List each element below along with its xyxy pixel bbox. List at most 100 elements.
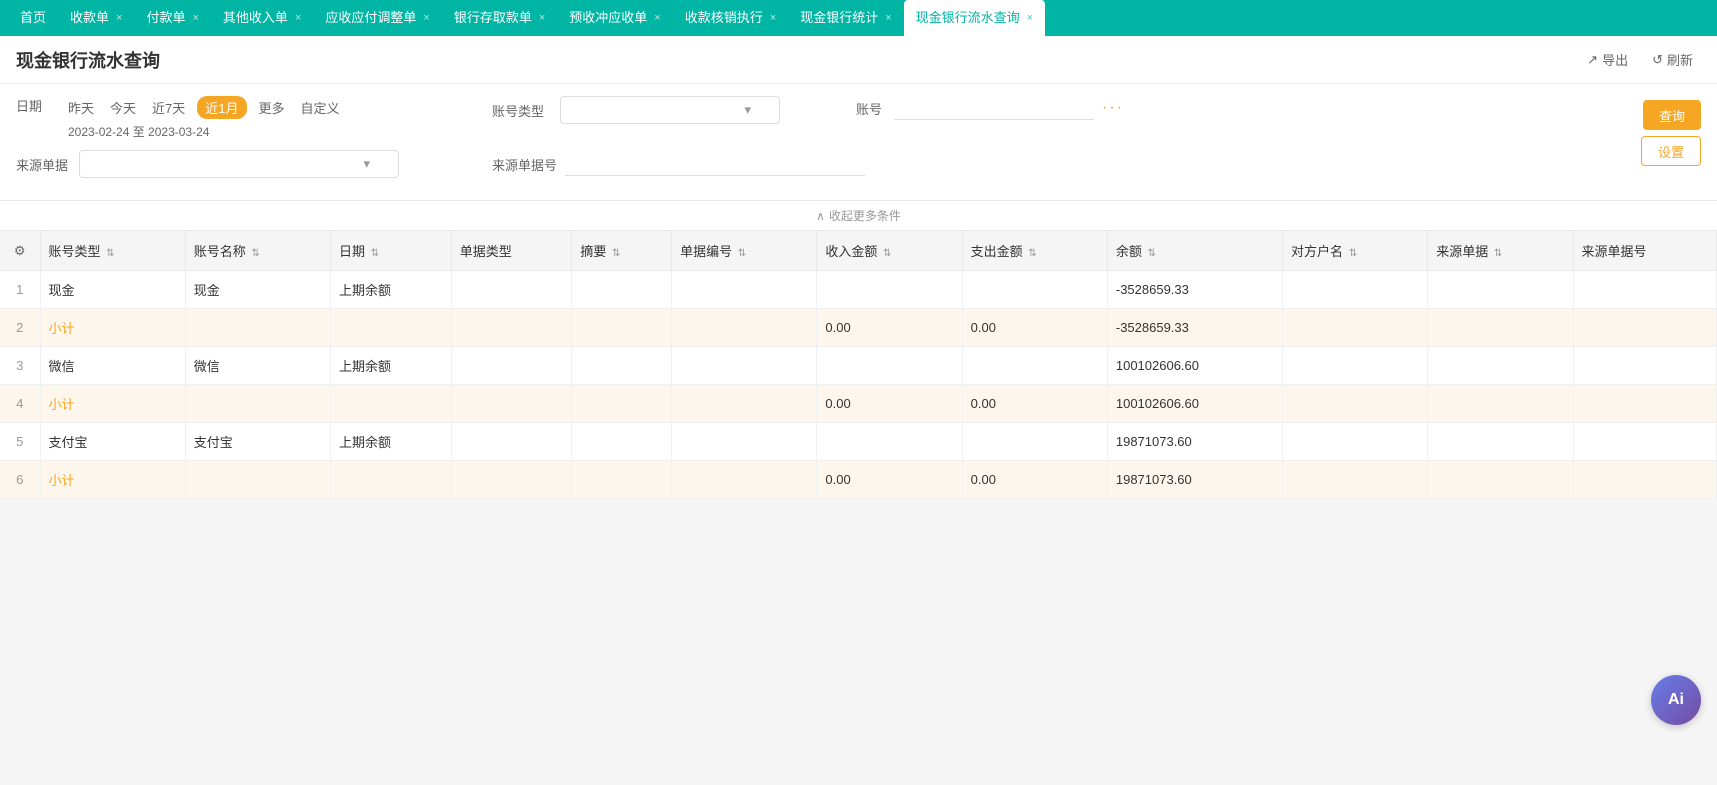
nav-payments-close[interactable]: × <box>192 0 198 36</box>
cell-index: 5 <box>0 423 40 461</box>
table-area: ⚙ 账号类型 ⇅ 账号名称 ⇅ 日期 ⇅ 单据类型 摘要 <box>0 231 1717 499</box>
collapse-bar[interactable]: ∧ 收起更多条件 <box>0 201 1717 231</box>
col-account-type[interactable]: 账号类型 ⇅ <box>40 231 185 271</box>
nav-bank-deposit-close[interactable]: × <box>539 0 545 36</box>
date-opt-1month[interactable]: 近1月 <box>197 96 246 119</box>
date-opt-yesterday[interactable]: 昨天 <box>64 96 98 119</box>
cell-balance: 19871073.60 <box>1107 461 1282 499</box>
col-doc-no-label: 单据编号 <box>680 244 732 259</box>
cell-source-doc <box>1428 271 1573 309</box>
cell-summary <box>572 385 672 423</box>
source-doc-select[interactable]: ▾ <box>79 150 399 178</box>
gear-icon[interactable]: ⚙ <box>14 243 26 258</box>
nav-payments[interactable]: 付款单 × <box>134 0 210 36</box>
cell-source-doc-no <box>1573 309 1716 347</box>
filter-area: 日期 昨天 今天 近7天 近1月 更多 自定义 2023-02-24 至 202… <box>0 84 1717 201</box>
cell-account-name: 支付宝 <box>185 423 330 461</box>
nav-other-income-close[interactable]: × <box>295 0 301 36</box>
col-source-doc[interactable]: 来源单据 ⇅ <box>1428 231 1573 271</box>
ai-label: Ai <box>1668 691 1684 709</box>
cell-income: 0.00 <box>817 461 962 499</box>
data-table: ⚙ 账号类型 ⇅ 账号名称 ⇅ 日期 ⇅ 单据类型 摘要 <box>0 231 1717 499</box>
account-type-select[interactable]: ▾ <box>560 96 780 124</box>
cell-account-name: 微信 <box>185 347 330 385</box>
cell-doc-type <box>451 309 572 347</box>
table-row[interactable]: 1现金现金上期余额-3528659.33 <box>0 271 1717 309</box>
export-button[interactable]: ↗ 导出 <box>1579 46 1636 73</box>
date-opt-7days[interactable]: 近7天 <box>148 96 189 119</box>
col-expense[interactable]: 支出金额 ⇅ <box>962 231 1107 271</box>
sort-account-name-icon: ⇅ <box>251 248 259 259</box>
cell-counterpart <box>1283 309 1428 347</box>
table-row[interactable]: 3微信微信上期余额100102606.60 <box>0 347 1717 385</box>
table-row[interactable]: 5支付宝支付宝上期余额19871073.60 <box>0 423 1717 461</box>
nav-cash-bank-flow-close[interactable]: × <box>1027 0 1033 36</box>
cell-doc-type <box>451 385 572 423</box>
cell-doc-no <box>672 423 817 461</box>
nav-home[interactable]: 首页 <box>8 0 58 36</box>
cell-doc-type <box>451 347 572 385</box>
col-source-doc-no[interactable]: 来源单据号 <box>1573 231 1716 271</box>
nav-other-income-label: 其他收入单 <box>223 0 288 36</box>
col-doc-type[interactable]: 单据类型 <box>451 231 572 271</box>
refresh-button[interactable]: ↺ 刷新 <box>1644 46 1701 73</box>
col-doc-no[interactable]: 单据编号 ⇅ <box>672 231 817 271</box>
col-gear[interactable]: ⚙ <box>0 231 40 271</box>
cell-summary <box>572 347 672 385</box>
date-opt-more[interactable]: 更多 <box>255 96 289 119</box>
cell-account-type: 现金 <box>40 271 185 309</box>
col-account-name[interactable]: 账号名称 ⇅ <box>185 231 330 271</box>
ai-assistant-badge[interactable]: Ai <box>1651 675 1701 725</box>
header-actions: ↗ 导出 ↺ 刷新 <box>1579 46 1701 73</box>
table-body: 1现金现金上期余额-3528659.332小计0.000.00-3528659.… <box>0 271 1717 499</box>
cell-account-type: 小计 <box>40 385 185 423</box>
nav-receipt-exec-close[interactable]: × <box>770 0 776 36</box>
nav-ar-ap-adjust[interactable]: 应收应付调整单 × <box>313 0 441 36</box>
col-account-name-label: 账号名称 <box>194 244 246 259</box>
query-button[interactable]: 查询 <box>1643 100 1701 130</box>
col-counterpart[interactable]: 对方户名 ⇅ <box>1283 231 1428 271</box>
nav-ar-ap-adjust-close[interactable]: × <box>423 0 429 36</box>
nav-prepay-offset-label: 预收冲应收单 <box>569 0 647 36</box>
cell-account-type: 微信 <box>40 347 185 385</box>
cell-source-doc <box>1428 423 1573 461</box>
col-balance[interactable]: 余额 ⇅ <box>1107 231 1282 271</box>
account-input[interactable] <box>894 96 1094 120</box>
account-dots-button[interactable]: ··· <box>1102 99 1124 117</box>
nav-receipt-exec[interactable]: 收款核销执行 × <box>673 0 788 36</box>
col-summary[interactable]: 摘要 ⇅ <box>572 231 672 271</box>
cell-expense: 0.00 <box>962 385 1107 423</box>
col-income[interactable]: 收入金额 ⇅ <box>817 231 962 271</box>
nav-bank-deposit[interactable]: 银行存取款单 × <box>442 0 557 36</box>
table-row[interactable]: 2小计0.000.00-3528659.33 <box>0 309 1717 347</box>
export-icon: ↗ <box>1587 52 1598 68</box>
nav-cash-bank-stats[interactable]: 现金银行统计 × <box>788 0 903 36</box>
nav-bank-deposit-label: 银行存取款单 <box>454 0 532 36</box>
nav-receipts-close[interactable]: × <box>116 0 122 36</box>
nav-prepay-offset[interactable]: 预收冲应收单 × <box>557 0 672 36</box>
nav-other-income[interactable]: 其他收入单 × <box>211 0 313 36</box>
settings-button[interactable]: 设置 <box>1641 136 1701 166</box>
sort-date-icon: ⇅ <box>371 248 379 259</box>
cell-source-doc <box>1428 347 1573 385</box>
nav-prepay-offset-close[interactable]: × <box>654 0 660 36</box>
nav-receipts[interactable]: 收款单 × <box>58 0 134 36</box>
date-opt-today[interactable]: 今天 <box>106 96 140 119</box>
col-doc-type-label: 单据类型 <box>460 244 512 259</box>
table-row[interactable]: 4小计0.000.00100102606.60 <box>0 385 1717 423</box>
cell-expense <box>962 271 1107 309</box>
cell-date <box>330 309 451 347</box>
col-summary-label: 摘要 <box>580 244 606 259</box>
date-opt-custom[interactable]: 自定义 <box>297 96 344 119</box>
table-row[interactable]: 6小计0.000.0019871073.60 <box>0 461 1717 499</box>
nav-cash-bank-stats-close[interactable]: × <box>885 0 891 36</box>
source-doc-no-input[interactable] <box>565 152 865 176</box>
top-navigation: 首页 收款单 × 付款单 × 其他收入单 × 应收应付调整单 × 银行存取款单 … <box>0 0 1717 36</box>
cell-counterpart <box>1283 423 1428 461</box>
nav-cash-bank-flow[interactable]: 现金银行流水查询 × <box>904 0 1045 36</box>
cell-doc-no <box>672 309 817 347</box>
collapse-label: 收起更多条件 <box>829 207 901 224</box>
cell-balance: 100102606.60 <box>1107 385 1282 423</box>
sort-income-icon: ⇅ <box>883 248 891 259</box>
col-date[interactable]: 日期 ⇅ <box>330 231 451 271</box>
